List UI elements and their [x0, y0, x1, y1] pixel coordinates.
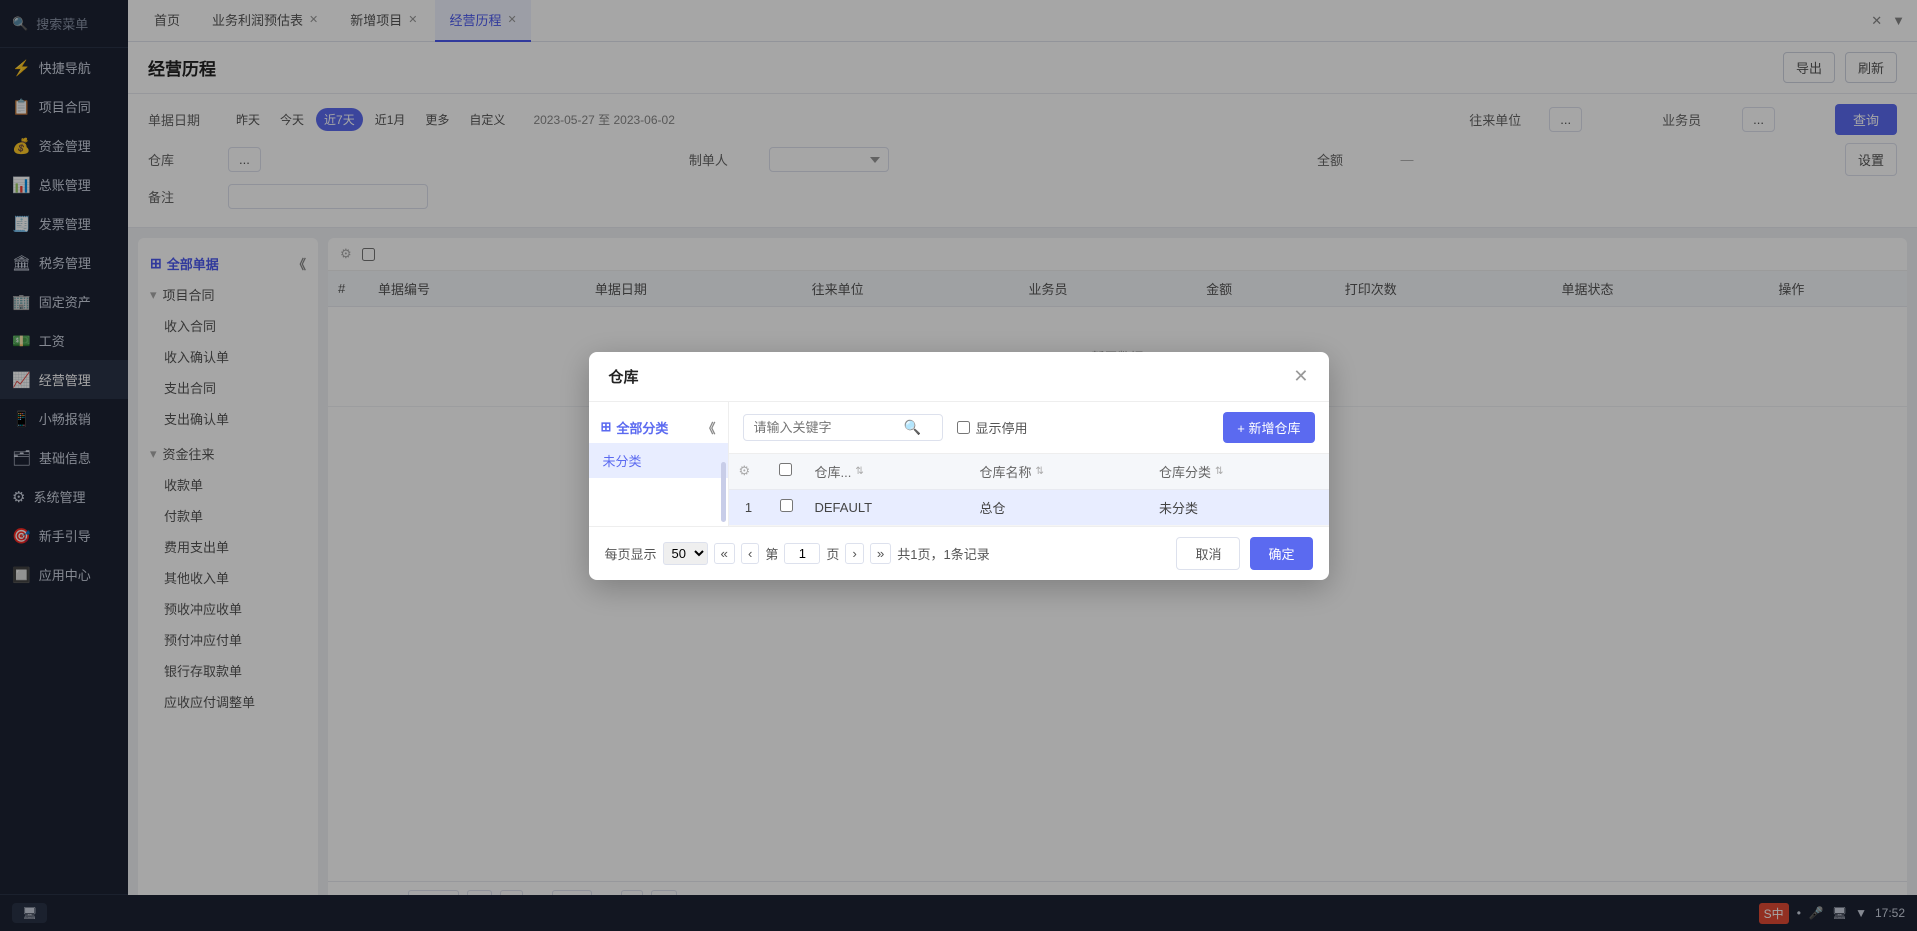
show-disabled-label: 显示停用	[976, 418, 1028, 437]
modal-search-input[interactable]	[754, 420, 904, 435]
sort-icon-category: ⇅	[1215, 466, 1223, 477]
table-row[interactable]: 1 DEFAULT 总仓 未分类	[729, 489, 1329, 525]
modal-right-panel: 🔍 显示停用 + 新增仓库 ⚙	[729, 402, 1329, 526]
modal-close-button[interactable]: ✕	[1293, 366, 1308, 387]
modal-per-page-label: 每页显示	[605, 544, 657, 563]
row-category: 未分类	[1149, 489, 1329, 525]
modal-search-icon[interactable]: 🔍	[904, 419, 921, 436]
modal-prev-btn[interactable]: ‹	[741, 543, 759, 564]
modal-col-name: 仓库名称 ⇅	[969, 454, 1149, 490]
modal-left-scrollbar	[721, 462, 726, 522]
show-disabled-checkbox[interactable]	[957, 421, 970, 434]
modal-select-all-checkbox[interactable]	[779, 463, 792, 476]
modal-footer: 每页显示 50 « ‹ 第 页 › » 共1页，1条记录 取消 确定	[589, 526, 1329, 580]
modal-last-btn[interactable]: »	[870, 543, 891, 564]
row-check	[769, 489, 805, 525]
modal-header: 仓库 ✕	[589, 352, 1329, 402]
modal-left-header: ⊞ 全部分类 《	[589, 412, 728, 443]
cancel-button[interactable]: 取消	[1176, 537, 1240, 570]
modal-body: ⊞ 全部分类 《 未分类 🔍	[589, 402, 1329, 526]
show-disabled-checkbox-label[interactable]: 显示停用	[957, 418, 1028, 437]
modal-title: 仓库	[609, 366, 639, 387]
modal-left-section-label: 全部分类	[616, 418, 668, 437]
modal-first-btn[interactable]: «	[714, 543, 735, 564]
add-warehouse-button[interactable]: + 新增仓库	[1223, 412, 1314, 443]
row-no: 1	[729, 489, 769, 525]
col-code-sort[interactable]: 仓库... ⇅	[815, 462, 864, 481]
warehouse-modal: 仓库 ✕ ⊞ 全部分类 《 未分类	[589, 352, 1329, 580]
confirm-button[interactable]: 确定	[1250, 537, 1312, 570]
modal-table-wrap: ⚙ 仓库... ⇅	[729, 454, 1329, 526]
modal-col-check	[769, 454, 805, 490]
modal-left-toggle[interactable]: 《	[702, 418, 715, 437]
modal-page-label: 第	[765, 544, 778, 563]
modal-right-toolbar: 🔍 显示停用 + 新增仓库	[729, 402, 1329, 454]
modal-pagination: 每页显示 50 « ‹ 第 页 › » 共1页，1条记录	[605, 542, 990, 565]
modal-table: ⚙ 仓库... ⇅	[729, 454, 1329, 526]
modal-left-panel: ⊞ 全部分类 《 未分类	[589, 402, 729, 526]
modal-left-item-label: 未分类	[603, 454, 642, 469]
col-category-sort[interactable]: 仓库分类 ⇅	[1159, 462, 1223, 481]
modal-total-info: 共1页，1条记录	[897, 544, 989, 563]
modal-page-input[interactable]	[784, 543, 820, 564]
grid-icon-modal: ⊞	[601, 419, 612, 435]
modal-page-label-2: 页	[826, 544, 839, 563]
modal-col-settings: ⚙	[729, 454, 769, 490]
modal-col-category: 仓库分类 ⇅	[1149, 454, 1329, 490]
sort-icon-name: ⇅	[1035, 466, 1043, 477]
modal-next-btn[interactable]: ›	[845, 543, 863, 564]
modal-col-code: 仓库... ⇅	[805, 454, 970, 490]
modal-footer-buttons: 取消 确定	[1176, 537, 1312, 570]
col-name-sort[interactable]: 仓库名称 ⇅	[979, 462, 1043, 481]
col-settings-icon[interactable]: ⚙	[739, 463, 751, 478]
modal-left-item-uncategorized[interactable]: 未分类	[589, 443, 728, 478]
row-code: DEFAULT	[805, 489, 970, 525]
row-checkbox[interactable]	[780, 499, 793, 512]
modal-search-box: 🔍	[743, 414, 943, 441]
sort-icon-code: ⇅	[855, 466, 863, 477]
row-name: 总仓	[969, 489, 1149, 525]
modal-per-page-select[interactable]: 50	[663, 542, 708, 565]
